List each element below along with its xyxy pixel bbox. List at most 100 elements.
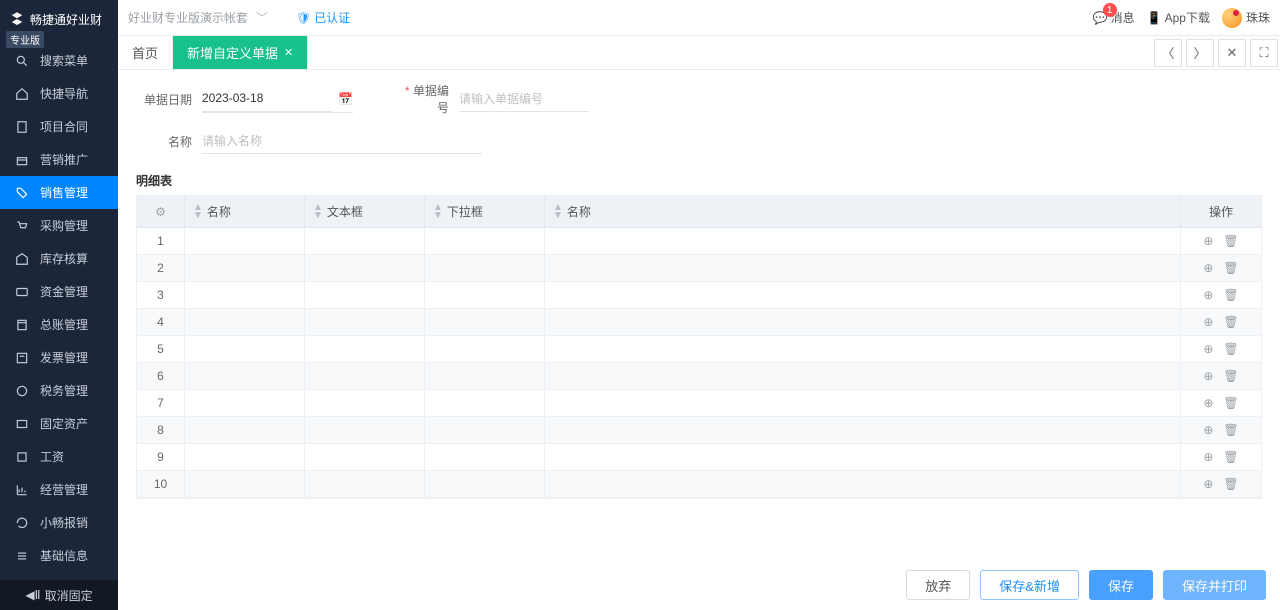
cell-name2[interactable] bbox=[545, 444, 1181, 470]
cell-name1[interactable] bbox=[185, 390, 305, 416]
account-selector[interactable]: 好业财专业版演示帐套 ﹀ bbox=[128, 9, 268, 26]
add-row-icon[interactable]: ⊕ bbox=[1203, 315, 1213, 329]
cell-select[interactable] bbox=[425, 336, 545, 362]
cell-select[interactable] bbox=[425, 363, 545, 389]
delete-row-icon[interactable]: 🗑 bbox=[1223, 315, 1238, 329]
close-icon[interactable]: ✕ bbox=[284, 46, 293, 59]
cell-name2[interactable] bbox=[545, 228, 1181, 254]
add-row-icon[interactable]: ⊕ bbox=[1203, 396, 1213, 410]
sidebar-item-purchase[interactable]: 采购管理 bbox=[0, 209, 118, 242]
cell-name2[interactable] bbox=[545, 309, 1181, 335]
table-row[interactable]: 10⊕🗑 bbox=[137, 471, 1261, 498]
cell-text[interactable] bbox=[305, 336, 425, 362]
th-text[interactable]: ▲▼文本框 bbox=[305, 196, 425, 227]
cell-text[interactable] bbox=[305, 282, 425, 308]
app-download-button[interactable]: 📱 App下载 bbox=[1147, 9, 1210, 26]
tab-close-button[interactable]: ✕ bbox=[1218, 39, 1246, 67]
cell-name1[interactable] bbox=[185, 417, 305, 443]
add-row-icon[interactable]: ⊕ bbox=[1203, 477, 1213, 491]
cell-text[interactable] bbox=[305, 390, 425, 416]
delete-row-icon[interactable]: 🗑 bbox=[1223, 342, 1238, 356]
sidebar-item-marketing[interactable]: 营销推广 bbox=[0, 143, 118, 176]
cell-name1[interactable] bbox=[185, 309, 305, 335]
add-row-icon[interactable]: ⊕ bbox=[1203, 450, 1213, 464]
cell-text[interactable] bbox=[305, 255, 425, 281]
cell-name1[interactable] bbox=[185, 471, 305, 497]
delete-row-icon[interactable]: 🗑 bbox=[1223, 369, 1238, 383]
cell-name2[interactable] bbox=[545, 417, 1181, 443]
add-row-icon[interactable]: ⊕ bbox=[1203, 342, 1213, 356]
cell-select[interactable] bbox=[425, 282, 545, 308]
table-row[interactable]: 9⊕🗑 bbox=[137, 444, 1261, 471]
sidebar-unpin[interactable]: ◀Ⅱ 取消固定 bbox=[0, 580, 118, 610]
add-row-icon[interactable]: ⊕ bbox=[1203, 288, 1213, 302]
delete-row-icon[interactable]: 🗑 bbox=[1223, 261, 1238, 275]
sidebar-item-quicknav[interactable]: 快捷导航 bbox=[0, 77, 118, 110]
delete-row-icon[interactable]: 🗑 bbox=[1223, 396, 1238, 410]
sidebar-item-stock[interactable]: 库存核算 bbox=[0, 242, 118, 275]
table-row[interactable]: 3⊕🗑 bbox=[137, 282, 1261, 309]
delete-row-icon[interactable]: 🗑 bbox=[1223, 288, 1238, 302]
cell-name2[interactable] bbox=[545, 363, 1181, 389]
cell-select[interactable] bbox=[425, 228, 545, 254]
cell-text[interactable] bbox=[305, 417, 425, 443]
sidebar-item-invoice[interactable]: 发票管理 bbox=[0, 341, 118, 374]
cell-text[interactable] bbox=[305, 471, 425, 497]
table-row[interactable]: 4⊕🗑 bbox=[137, 309, 1261, 336]
delete-row-icon[interactable]: 🗑 bbox=[1223, 450, 1238, 464]
table-row[interactable]: 6⊕🗑 bbox=[137, 363, 1261, 390]
cell-name2[interactable] bbox=[545, 255, 1181, 281]
th-select[interactable]: ▲▼下拉框 bbox=[425, 196, 545, 227]
cell-text[interactable] bbox=[305, 309, 425, 335]
add-row-icon[interactable]: ⊕ bbox=[1203, 369, 1213, 383]
cell-select[interactable] bbox=[425, 444, 545, 470]
sidebar-item-tax[interactable]: 税务管理 bbox=[0, 374, 118, 407]
tab-prev-button[interactable]: 〈 bbox=[1154, 39, 1182, 67]
tab-custom-bill[interactable]: 新增自定义单据 ✕ bbox=[173, 36, 308, 69]
delete-row-icon[interactable]: 🗑 bbox=[1223, 423, 1238, 437]
cell-name2[interactable] bbox=[545, 282, 1181, 308]
sidebar-item-salary[interactable]: 工资 bbox=[0, 440, 118, 473]
cell-select[interactable] bbox=[425, 255, 545, 281]
add-row-icon[interactable]: ⊕ bbox=[1203, 261, 1213, 275]
fullscreen-button[interactable]: ⛶ bbox=[1250, 39, 1278, 67]
sidebar-item-ledger[interactable]: 总账管理 bbox=[0, 308, 118, 341]
table-row[interactable]: 5⊕🗑 bbox=[137, 336, 1261, 363]
sidebar-item-capital[interactable]: 资金管理 bbox=[0, 275, 118, 308]
cell-name1[interactable] bbox=[185, 282, 305, 308]
cell-text[interactable] bbox=[305, 363, 425, 389]
cell-select[interactable] bbox=[425, 309, 545, 335]
table-row[interactable]: 2⊕🗑 bbox=[137, 255, 1261, 282]
table-row[interactable]: 7⊕🗑 bbox=[137, 390, 1261, 417]
tab-next-button[interactable]: 〉 bbox=[1186, 39, 1214, 67]
cell-text[interactable] bbox=[305, 228, 425, 254]
add-row-icon[interactable]: ⊕ bbox=[1203, 423, 1213, 437]
cell-name2[interactable] bbox=[545, 390, 1181, 416]
cell-name2[interactable] bbox=[545, 336, 1181, 362]
cell-name1[interactable] bbox=[185, 363, 305, 389]
user-menu[interactable]: 珠珠 bbox=[1222, 8, 1270, 28]
calendar-icon[interactable]: 📅 bbox=[338, 92, 353, 106]
cell-text[interactable] bbox=[305, 444, 425, 470]
save-print-button[interactable]: 保存并打印 bbox=[1163, 570, 1266, 600]
sidebar-item-expense[interactable]: 小畅报销 bbox=[0, 506, 118, 539]
bill-date-input[interactable] bbox=[202, 86, 332, 112]
cell-select[interactable] bbox=[425, 471, 545, 497]
cell-select[interactable] bbox=[425, 390, 545, 416]
name-input[interactable] bbox=[202, 128, 482, 154]
sidebar-item-contract[interactable]: 项目合同 bbox=[0, 110, 118, 143]
cell-name1[interactable] bbox=[185, 255, 305, 281]
table-row[interactable]: 1⊕🗑 bbox=[137, 228, 1261, 255]
delete-row-icon[interactable]: 🗑 bbox=[1223, 234, 1238, 248]
sidebar-item-operation[interactable]: 经营管理 bbox=[0, 473, 118, 506]
tab-home[interactable]: 首页 bbox=[118, 36, 173, 69]
delete-row-icon[interactable]: 🗑 bbox=[1223, 477, 1238, 491]
save-button[interactable]: 保存 bbox=[1089, 570, 1153, 600]
th-name1[interactable]: ▲▼名称 bbox=[185, 196, 305, 227]
cell-name1[interactable] bbox=[185, 336, 305, 362]
sidebar-item-fixedasset[interactable]: 固定资产 bbox=[0, 407, 118, 440]
abandon-button[interactable]: 放弃 bbox=[906, 570, 970, 600]
sidebar-item-search[interactable]: 搜索菜单 bbox=[0, 44, 118, 77]
cell-name1[interactable] bbox=[185, 228, 305, 254]
sidebar-item-sales[interactable]: 销售管理 bbox=[0, 176, 118, 209]
